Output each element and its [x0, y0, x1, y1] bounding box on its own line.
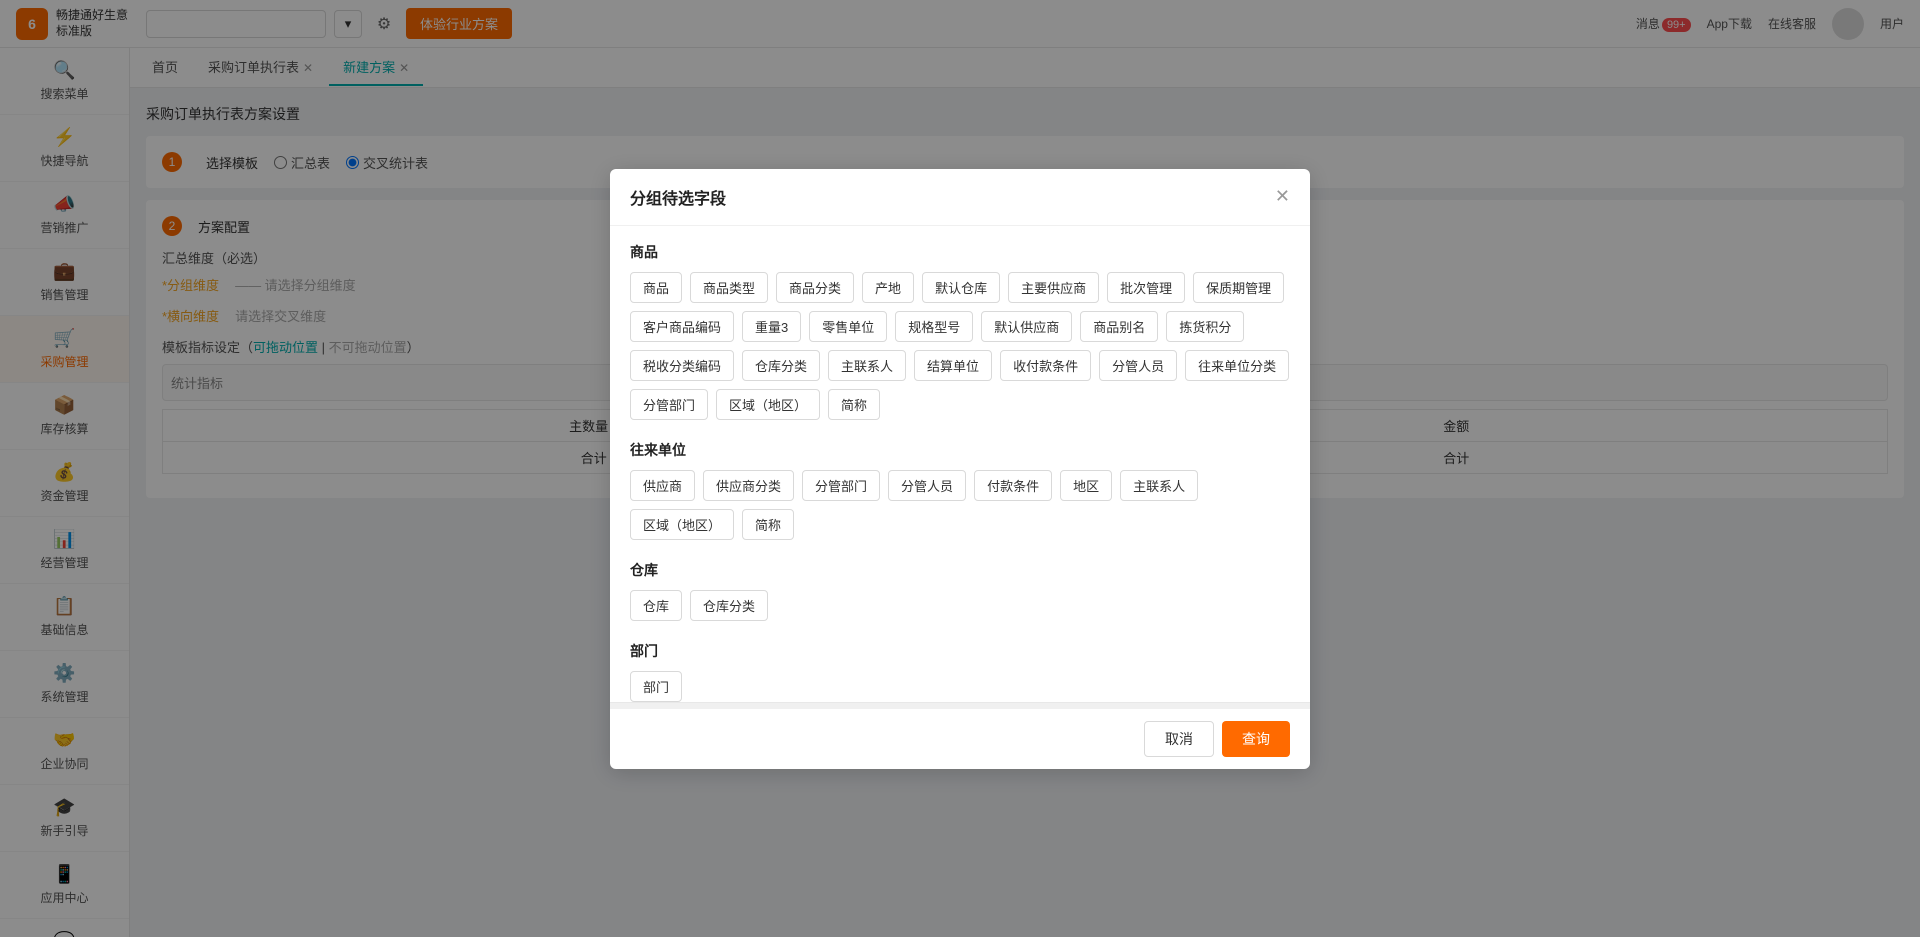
field-tag-warehouse[interactable]: 仓库 [630, 590, 682, 621]
field-tag-expiry-mgmt[interactable]: 保质期管理 [1193, 272, 1284, 303]
field-tag-origin[interactable]: 产地 [862, 272, 914, 303]
section-warehouse: 仓库 仓库 仓库分类 [630, 560, 1290, 621]
counterpart-field-tags: 供应商 供应商分类 分管部门 分管人员 付款条件 地区 主联系人 区域（地区） … [630, 470, 1290, 540]
field-tag-abbr-cp[interactable]: 简称 [742, 509, 794, 540]
field-tag-batch-mgmt[interactable]: 批次管理 [1107, 272, 1185, 303]
field-tag-goods-alias[interactable]: 商品别名 [1080, 311, 1158, 342]
field-tag-manage-dept[interactable]: 分管部门 [630, 389, 708, 420]
field-tag-goods-type[interactable]: 商品类型 [690, 272, 768, 303]
field-tag-retail-unit[interactable]: 零售单位 [809, 311, 887, 342]
modal-header: 分组待选字段 ✕ [610, 169, 1310, 226]
field-tag-supplier[interactable]: 供应商 [630, 470, 695, 501]
field-tag-main-supplier[interactable]: 主要供应商 [1008, 272, 1099, 303]
confirm-button[interactable]: 查询 [1222, 721, 1290, 757]
goods-field-tags: 商品 商品类型 商品分类 产地 默认仓库 主要供应商 批次管理 保质期管理 客户… [630, 272, 1290, 420]
field-tag-dept[interactable]: 部门 [630, 671, 682, 702]
section-goods: 商品 商品 商品类型 商品分类 产地 默认仓库 主要供应商 批次管理 保质期管理… [630, 242, 1290, 420]
field-tag-default-warehouse[interactable]: 默认仓库 [922, 272, 1000, 303]
field-tag-warehouse-category[interactable]: 仓库分类 [742, 350, 820, 381]
field-tag-main-contact-cp[interactable]: 主联系人 [1120, 470, 1198, 501]
cancel-button[interactable]: 取消 [1144, 721, 1214, 757]
modal-close-btn[interactable]: ✕ [1275, 186, 1290, 207]
section-dept: 部门 部门 [630, 641, 1290, 702]
dept-field-tags: 部门 [630, 671, 1290, 702]
modal-title: 分组待选字段 [630, 185, 726, 209]
field-tag-payment-terms[interactable]: 收付款条件 [1000, 350, 1091, 381]
section-warehouse-title: 仓库 [630, 560, 1290, 580]
field-tag-pick-points[interactable]: 拣货积分 [1166, 311, 1244, 342]
modal-dialog: 分组待选字段 ✕ 商品 商品 商品类型 商品分类 产地 默认仓库 主要供应商 批… [610, 169, 1310, 769]
field-tag-counterpart-category[interactable]: 往来单位分类 [1185, 350, 1289, 381]
field-tag-customer-goods-code[interactable]: 客户商品编码 [630, 311, 734, 342]
section-goods-title: 商品 [630, 242, 1290, 262]
section-counterpart: 往来单位 供应商 供应商分类 分管部门 分管人员 付款条件 地区 主联系人 区域… [630, 440, 1290, 540]
field-tag-supplier-category[interactable]: 供应商分类 [703, 470, 794, 501]
field-tag-payment-cond-cp[interactable]: 付款条件 [974, 470, 1052, 501]
field-tag-warehouse-category2[interactable]: 仓库分类 [690, 590, 768, 621]
section-dept-title: 部门 [630, 641, 1290, 661]
field-tag-goods-category[interactable]: 商品分类 [776, 272, 854, 303]
modal-body[interactable]: 商品 商品 商品类型 商品分类 产地 默认仓库 主要供应商 批次管理 保质期管理… [610, 226, 1310, 703]
modal-footer: 取消 查询 [610, 708, 1310, 769]
field-tag-goods[interactable]: 商品 [630, 272, 682, 303]
field-tag-area-cp[interactable]: 区域（地区） [630, 509, 734, 540]
section-counterpart-title: 往来单位 [630, 440, 1290, 460]
field-tag-spec-model[interactable]: 规格型号 [895, 311, 973, 342]
field-tag-dept-manager[interactable]: 分管人员 [1099, 350, 1177, 381]
field-tag-region-goods[interactable]: 区域（地区） [716, 389, 820, 420]
field-tag-tax-code[interactable]: 税收分类编码 [630, 350, 734, 381]
field-tag-settlement-unit[interactable]: 结算单位 [914, 350, 992, 381]
field-tag-abbr-goods[interactable]: 简称 [828, 389, 880, 420]
field-tag-manage-dept-cp[interactable]: 分管部门 [802, 470, 880, 501]
modal-overlay: 分组待选字段 ✕ 商品 商品 商品类型 商品分类 产地 默认仓库 主要供应商 批… [0, 0, 1920, 937]
field-tag-main-contact[interactable]: 主联系人 [828, 350, 906, 381]
field-tag-manage-person-cp[interactable]: 分管人员 [888, 470, 966, 501]
field-tag-region-cp[interactable]: 地区 [1060, 470, 1112, 501]
field-tag-weight3[interactable]: 重量3 [742, 311, 801, 342]
field-tag-default-supplier[interactable]: 默认供应商 [981, 311, 1072, 342]
warehouse-field-tags: 仓库 仓库分类 [630, 590, 1290, 621]
